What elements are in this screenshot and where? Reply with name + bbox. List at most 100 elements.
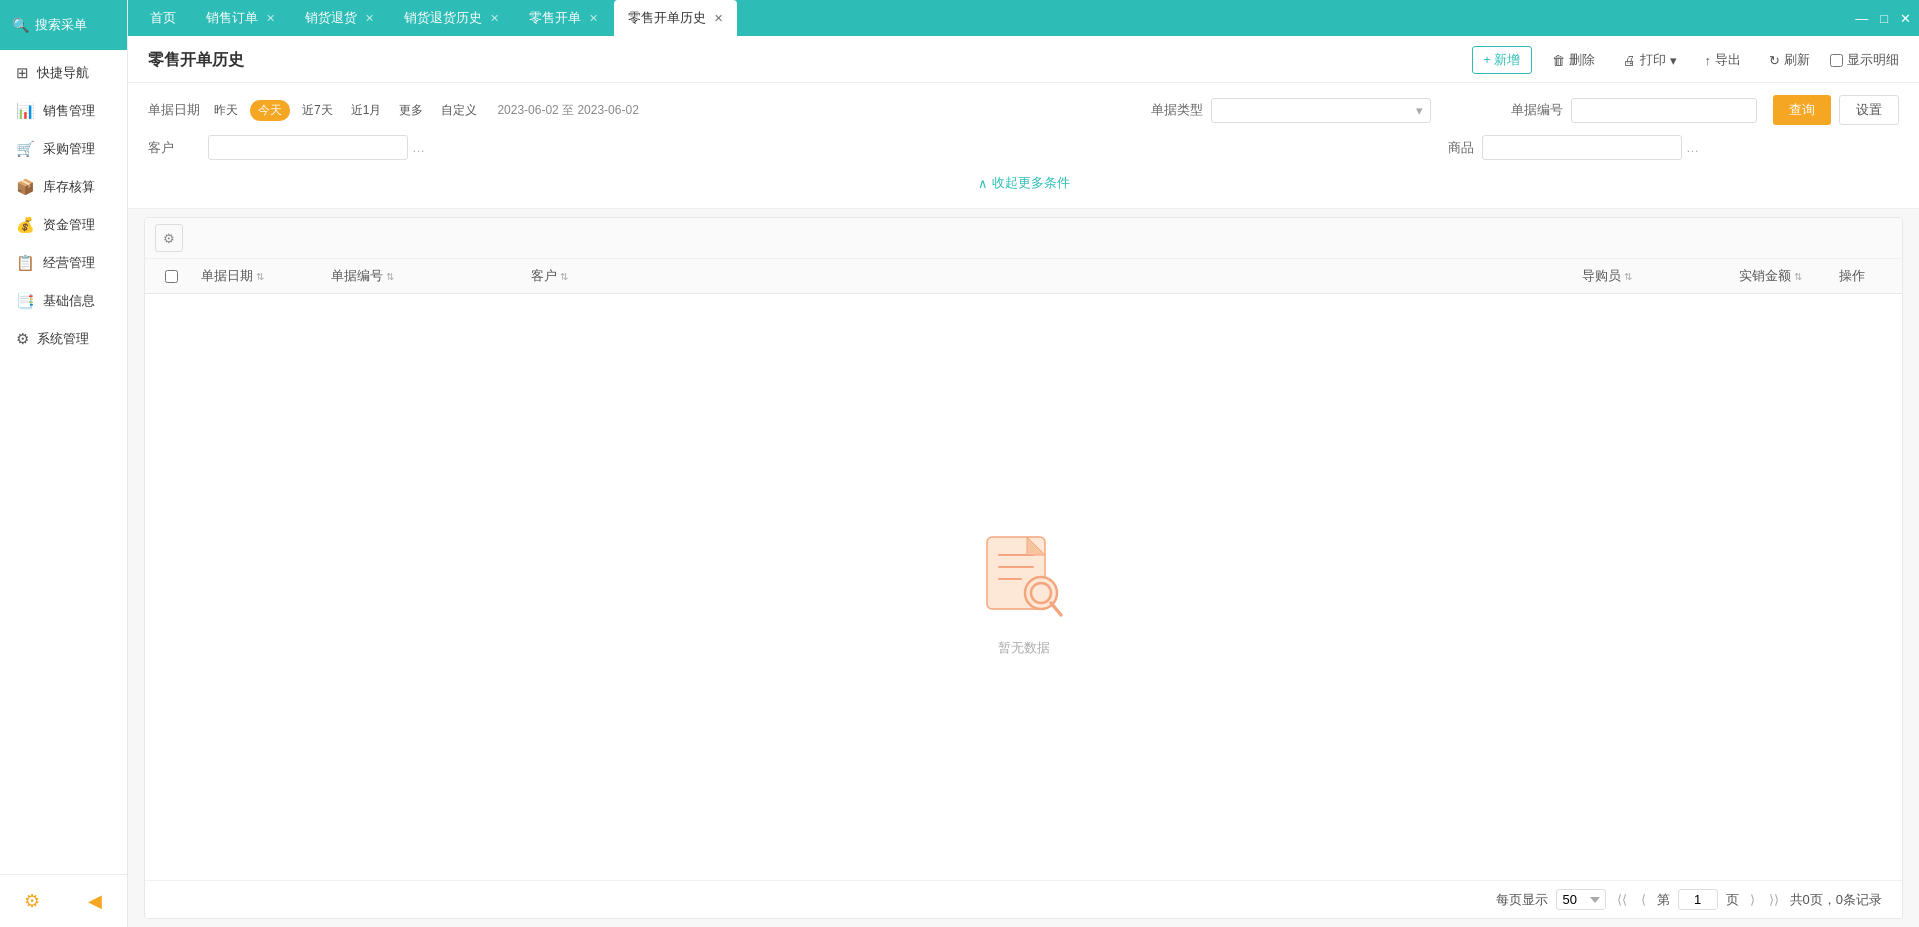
tab-retail-history-close[interactable]: ✕ <box>714 12 723 25</box>
tab-sales-order-close[interactable]: ✕ <box>266 12 275 25</box>
print-button[interactable]: 🖨 打印 ▾ <box>1615 47 1685 73</box>
sidebar-item-label: 经营管理 <box>43 254 95 272</box>
date-more-btn[interactable]: 更多 <box>393 100 429 121</box>
tab-sales-return-label: 销货退货 <box>305 9 357 27</box>
date-today-btn[interactable]: 今天 <box>250 100 290 121</box>
collapse-filter-btn[interactable]: ∧ 收起更多条件 <box>966 170 1082 196</box>
date-yesterday-btn[interactable]: 昨天 <box>208 100 244 121</box>
print-dropdown-icon: ▾ <box>1670 53 1677 68</box>
tab-sales-return-history-label: 销货退货历史 <box>404 9 482 27</box>
page-number-input[interactable]: 1 <box>1678 889 1718 910</box>
sidebar-item-quick-nav[interactable]: ⊞ 快捷导航 <box>0 54 127 92</box>
sidebar-item-ops-mgmt[interactable]: 📋 经营管理 <box>0 244 127 282</box>
ops-mgmt-icon: 📋 <box>16 254 35 272</box>
svg-line-6 <box>1051 603 1061 615</box>
sidebar-item-label: 采购管理 <box>43 140 95 158</box>
tab-sales-order[interactable]: 销售订单 ✕ <box>192 0 289 36</box>
tab-sales-return-history[interactable]: 销货退货历史 ✕ <box>390 0 513 36</box>
delete-btn-label: 删除 <box>1569 51 1595 69</box>
th-customer[interactable]: 客户 ⇅ <box>521 259 1572 293</box>
sidebar-search-label: 搜索采单 <box>35 16 87 34</box>
doc-no-input[interactable] <box>1571 98 1757 123</box>
empty-state: 暂无数据 <box>145 294 1902 880</box>
maximize-btn[interactable]: □ <box>1880 11 1888 26</box>
goods-input[interactable] <box>1482 135 1682 160</box>
finance-mgmt-icon: 💰 <box>16 216 35 234</box>
doc-type-label: 单据类型 <box>1151 101 1211 119</box>
customer-input[interactable] <box>208 135 408 160</box>
sidebar-item-sys-mgmt[interactable]: ⚙ 系统管理 <box>0 320 127 358</box>
th-date-label: 单据日期 <box>201 267 253 285</box>
purchase-mgmt-icon: 🛒 <box>16 140 35 158</box>
select-all-checkbox[interactable] <box>165 270 178 283</box>
new-button[interactable]: + 新增 <box>1472 46 1531 74</box>
th-guide-sort-icon[interactable]: ⇅ <box>1624 271 1632 282</box>
settings-bottom-btn[interactable]: ⚙ <box>16 885 48 917</box>
filter-row-2: 客户 … 商品 … <box>148 135 1899 160</box>
page-nav-first[interactable]: ⟨⟨ <box>1614 892 1630 907</box>
page-nav-next[interactable]: ⟩ <box>1747 892 1758 907</box>
content-area: 零售开单历史 + 新增 🗑 删除 🖨 打印 ▾ ↑ 导出 <box>128 36 1919 927</box>
delete-button[interactable]: 🗑 删除 <box>1544 47 1603 73</box>
sidebar-item-stock-calc[interactable]: 📦 库存核算 <box>0 168 127 206</box>
page-nav-last[interactable]: ⟩⟩ <box>1766 892 1782 907</box>
per-page-label: 每页显示 <box>1496 891 1548 909</box>
sys-mgmt-icon: ⚙ <box>16 330 29 348</box>
stock-calc-icon: 📦 <box>16 178 35 196</box>
th-docno-sort-icon[interactable]: ⇅ <box>386 271 394 282</box>
minimize-btn[interactable]: — <box>1855 11 1868 26</box>
tab-sales-return-history-close[interactable]: ✕ <box>490 12 499 25</box>
sidebar-item-label: 基础信息 <box>43 292 95 310</box>
th-customer-sort-icon[interactable]: ⇅ <box>560 271 568 282</box>
date-last7-btn[interactable]: 近7天 <box>296 100 339 121</box>
close-window-btn[interactable]: ✕ <box>1900 11 1911 26</box>
tab-retail-history[interactable]: 零售开单历史 ✕ <box>614 0 737 36</box>
th-docno-label: 单据编号 <box>331 267 383 285</box>
date-custom-btn[interactable]: 自定义 <box>435 100 483 121</box>
tab-home[interactable]: 首页 <box>136 0 190 36</box>
th-docno[interactable]: 单据编号 ⇅ <box>321 259 521 293</box>
setting-button[interactable]: 设置 <box>1839 95 1899 125</box>
th-date[interactable]: 单据日期 ⇅ <box>191 259 321 293</box>
tab-window-controls: — □ ✕ <box>1855 11 1911 26</box>
table-area: ⚙ 单据日期 ⇅ 单据编号 ⇅ 客户 ⇅ <box>144 217 1903 919</box>
sidebar-item-base-info[interactable]: 📑 基础信息 <box>0 282 127 320</box>
th-guide-label: 导购员 <box>1582 267 1621 285</box>
th-date-sort-icon[interactable]: ⇅ <box>256 271 264 282</box>
sidebar-search-btn[interactable]: 🔍 搜索采单 <box>0 8 127 42</box>
th-amount-label: 实销金额 <box>1739 267 1791 285</box>
doc-type-select[interactable] <box>1211 98 1431 123</box>
tab-retail-open-close[interactable]: ✕ <box>589 12 598 25</box>
export-button[interactable]: ↑ 导出 <box>1697 47 1750 73</box>
per-page-select[interactable]: 50 100 200 <box>1556 889 1606 910</box>
collapse-sidebar-btn[interactable]: ◀ <box>79 885 111 917</box>
sidebar-item-sales-mgmt[interactable]: 📊 销售管理 <box>0 92 127 130</box>
filter-area: 单据日期 昨天 今天 近7天 近1月 更多 自定义 2023-06-02 至 2… <box>128 83 1919 209</box>
th-amount[interactable]: 实销金额 ⇅ <box>1692 259 1812 293</box>
toolbar: + 新增 🗑 删除 🖨 打印 ▾ ↑ 导出 ↻ 刷新 <box>1472 46 1899 74</box>
display-cols-checkbox[interactable] <box>1830 54 1843 67</box>
tab-bar: 首页 销售订单 ✕ 销货退货 ✕ 销货退货历史 ✕ 零售开单 ✕ 零售开单历史 … <box>128 0 1919 36</box>
tab-sales-order-label: 销售订单 <box>206 9 258 27</box>
th-guide[interactable]: 导购员 ⇅ <box>1572 259 1692 293</box>
sidebar-item-finance-mgmt[interactable]: 💰 资金管理 <box>0 206 127 244</box>
page-nav-prev[interactable]: ⟨ <box>1638 892 1649 907</box>
total-info: 共0页，0条记录 <box>1790 891 1882 909</box>
tab-sales-return-close[interactable]: ✕ <box>365 12 374 25</box>
query-button[interactable]: 查询 <box>1773 95 1831 125</box>
doc-type-select-wrap <box>1211 98 1431 123</box>
refresh-button[interactable]: ↻ 刷新 <box>1761 47 1818 73</box>
sidebar-item-purchase-mgmt[interactable]: 🛒 采购管理 <box>0 130 127 168</box>
display-cols-toggle[interactable]: 显示明细 <box>1830 51 1899 69</box>
date-last1m-btn[interactable]: 近1月 <box>345 100 388 121</box>
tab-retail-open[interactable]: 零售开单 ✕ <box>515 0 612 36</box>
tab-sales-return[interactable]: 销货退货 ✕ <box>291 0 388 36</box>
goods-more-icon[interactable]: … <box>1686 140 1699 155</box>
table-config-button[interactable]: ⚙ <box>155 224 183 252</box>
quick-nav-icon: ⊞ <box>16 64 29 82</box>
th-amount-sort-icon[interactable]: ⇅ <box>1794 271 1802 282</box>
th-customer-label: 客户 <box>531 267 557 285</box>
export-btn-label: 导出 <box>1715 51 1741 69</box>
sidebar: 🔍 搜索采单 ⊞ 快捷导航 📊 销售管理 🛒 采购管理 📦 库存核算 💰 资金管… <box>0 0 128 927</box>
customer-more-icon[interactable]: … <box>412 140 425 155</box>
